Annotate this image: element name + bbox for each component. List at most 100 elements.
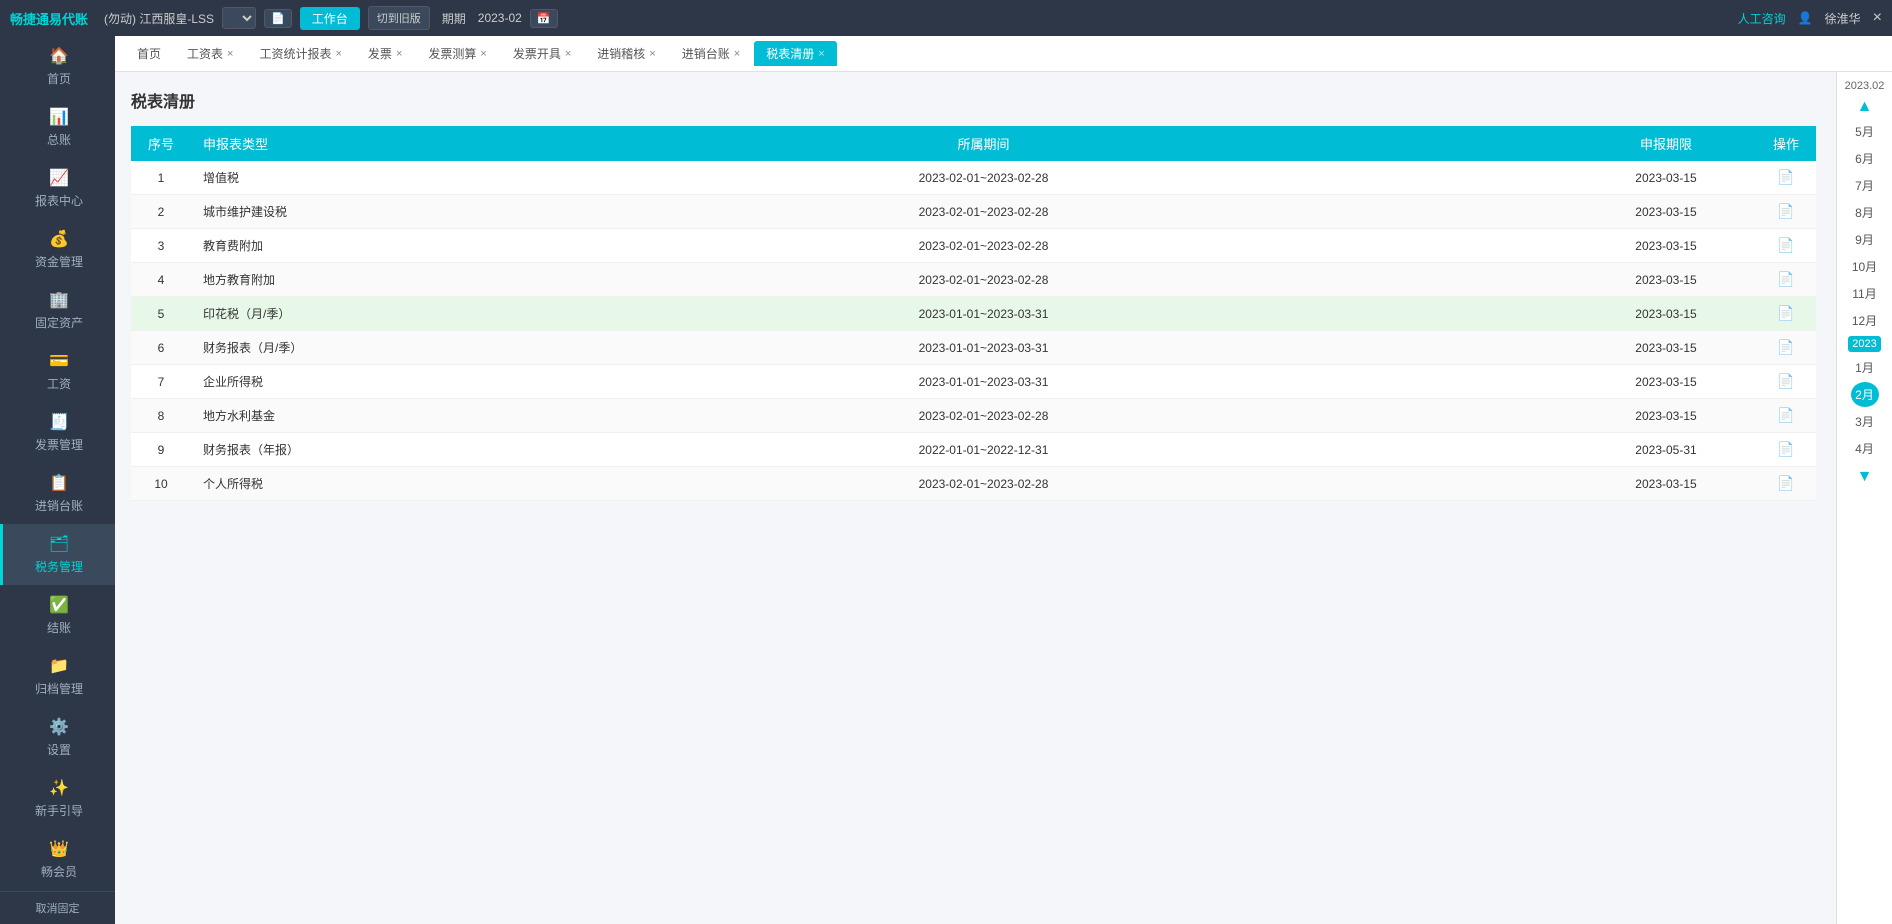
sidebar-item-guide[interactable]: ✨ 新手引导 <box>0 768 115 829</box>
sidebar-item-fund[interactable]: 💰 资金管理 <box>0 219 115 280</box>
date-month-5[interactable]: 5月 <box>1843 119 1887 144</box>
cell-deadline: 2023-03-15 <box>1576 365 1756 399</box>
cell-no: 3 <box>131 229 191 263</box>
cell-period: 2023-02-01~2023-02-28 <box>391 467 1576 501</box>
cell-deadline: 2023-03-15 <box>1576 331 1756 365</box>
date-month-7[interactable]: 7月 <box>1843 173 1887 198</box>
user-name: 徐淮华 <box>1825 10 1861 27</box>
action-icon[interactable]: 📄 <box>1777 169 1794 185</box>
sidebar-item-salary[interactable]: 💳 工资 <box>0 341 115 402</box>
date-nav-up-btn[interactable]: ▲ <box>1855 96 1875 118</box>
cell-action[interactable]: 📄 <box>1756 195 1816 229</box>
company-selector[interactable] <box>222 7 256 29</box>
tab-tax-list-close[interactable]: × <box>818 48 824 60</box>
tab-sales-ledger[interactable]: 进销台账 × <box>670 41 752 66</box>
sidebar-item-ledger[interactable]: 📊 总账 <box>0 97 115 158</box>
cell-action[interactable]: 📄 <box>1756 331 1816 365</box>
sidebar-label-assets: 固定资产 <box>35 314 83 331</box>
period-label: 期期 <box>442 10 466 27</box>
action-icon[interactable]: 📄 <box>1777 305 1794 321</box>
cell-action[interactable]: 📄 <box>1756 263 1816 297</box>
table-row: 10 个人所得税 2023-02-01~2023-02-28 2023-03-1… <box>131 467 1816 501</box>
tab-home[interactable]: 首页 <box>125 41 173 66</box>
sidebar-item-tax[interactable]: 🗂 税务管理 <box>0 524 115 585</box>
cell-action[interactable]: 📄 <box>1756 467 1816 501</box>
sidebar-item-close-account[interactable]: ✅ 结账 <box>0 585 115 646</box>
tab-sales-audit-close[interactable]: × <box>649 48 655 60</box>
tab-invoice[interactable]: 发票 × <box>356 41 414 66</box>
tab-salary-close[interactable]: × <box>227 48 233 60</box>
date-month-1[interactable]: 1月 <box>1843 355 1887 380</box>
company-name: (勿动) 江西服皇-LSS <box>104 10 214 27</box>
action-icon[interactable]: 📄 <box>1777 475 1794 491</box>
date-month-4[interactable]: 4月 <box>1843 436 1887 461</box>
sidebar-item-invoice[interactable]: 🧾 发票管理 <box>0 402 115 463</box>
cell-type: 财务报表（年报） <box>191 433 391 467</box>
tab-invoice-open[interactable]: 发票开具 × <box>501 41 583 66</box>
sidebar-item-archive[interactable]: 📁 归档管理 <box>0 646 115 707</box>
tab-invoice-calc[interactable]: 发票测算 × <box>416 41 498 66</box>
tab-salary-table[interactable]: 工资表 × <box>175 41 245 66</box>
tab-salary-stats-close[interactable]: × <box>335 48 341 60</box>
cell-action[interactable]: 📄 <box>1756 229 1816 263</box>
switch-old-btn[interactable]: 切到旧版 <box>368 6 430 30</box>
table-row: 3 教育费附加 2023-02-01~2023-02-28 2023-03-15… <box>131 229 1816 263</box>
date-month-2-active[interactable]: 2月 <box>1851 382 1879 407</box>
action-icon[interactable]: 📄 <box>1777 271 1794 287</box>
cell-action[interactable]: 📄 <box>1756 433 1816 467</box>
cell-period: 2023-01-01~2023-03-31 <box>391 297 1576 331</box>
sidebar-item-sales-ledger[interactable]: 📋 进销台账 <box>0 463 115 524</box>
tab-invoice-close[interactable]: × <box>396 48 402 60</box>
date-month-3[interactable]: 3月 <box>1843 409 1887 434</box>
work-station-btn[interactable]: 工作台 <box>300 7 360 30</box>
cell-no: 1 <box>131 161 191 195</box>
tab-salary-stats[interactable]: 工资统计报表 × <box>247 41 353 66</box>
action-icon[interactable]: 📄 <box>1777 339 1794 355</box>
action-icon[interactable]: 📄 <box>1777 203 1794 219</box>
tab-sales-audit[interactable]: 进销稽核 × <box>585 41 667 66</box>
sidebar-item-member[interactable]: 👑 畅会员 <box>0 829 115 890</box>
cell-action[interactable]: 📄 <box>1756 161 1816 195</box>
cell-deadline: 2023-03-15 <box>1576 297 1756 331</box>
sidebar-item-assets[interactable]: 🏢 固定资产 <box>0 280 115 341</box>
cell-no: 5 <box>131 297 191 331</box>
date-month-11[interactable]: 11月 <box>1843 281 1887 306</box>
doc-icon-btn[interactable]: 📄 <box>264 9 292 28</box>
date-year-2023[interactable]: 2023 <box>1848 336 1880 352</box>
action-icon[interactable]: 📄 <box>1777 441 1794 457</box>
cell-action[interactable]: 📄 <box>1756 365 1816 399</box>
user-avatar: 👤 <box>1798 11 1813 25</box>
sidebar-item-home[interactable]: 🏠 首页 <box>0 36 115 97</box>
cell-period: 2023-02-01~2023-02-28 <box>391 263 1576 297</box>
col-header-action: 操作 <box>1756 126 1816 161</box>
human-service[interactable]: 人工咨询 <box>1738 10 1786 27</box>
date-month-8[interactable]: 8月 <box>1843 200 1887 225</box>
tab-sales-ledger-close[interactable]: × <box>734 48 740 60</box>
cell-type: 印花税（月/季） <box>191 297 391 331</box>
tab-invoice-calc-close[interactable]: × <box>480 48 486 60</box>
top-close-btn[interactable]: × <box>1873 9 1882 27</box>
date-month-6[interactable]: 6月 <box>1843 146 1887 171</box>
sidebar-unpin-btn[interactable]: 取消固定 <box>0 891 115 924</box>
sidebar-item-settings[interactable]: ⚙️ 设置 <box>0 707 115 768</box>
sidebar-item-report-center[interactable]: 📈 报表中心 <box>0 158 115 219</box>
action-icon[interactable]: 📄 <box>1777 237 1794 253</box>
cell-action[interactable]: 📄 <box>1756 399 1816 433</box>
date-month-10[interactable]: 10月 <box>1843 254 1887 279</box>
cell-type: 地方水利基金 <box>191 399 391 433</box>
action-icon[interactable]: 📄 <box>1777 373 1794 389</box>
app-logo: 畅捷通易代账 <box>10 9 88 28</box>
date-nav-down-btn[interactable]: ▼ <box>1855 466 1875 488</box>
action-icon[interactable]: 📄 <box>1777 407 1794 423</box>
archive-icon: 📁 <box>49 656 69 676</box>
date-panel: 2023.02 ▲ 5月 6月 7月 8月 9月 10月 11月 12月 202… <box>1836 72 1892 924</box>
tab-tax-list[interactable]: 税表清册 × <box>754 41 836 66</box>
calendar-icon-btn[interactable]: 📅 <box>530 9 558 28</box>
tab-invoice-open-close[interactable]: × <box>565 48 571 60</box>
cell-action[interactable]: 📄 <box>1756 297 1816 331</box>
table-row: 6 财务报表（月/季） 2023-01-01~2023-03-31 2023-0… <box>131 331 1816 365</box>
date-month-9[interactable]: 9月 <box>1843 227 1887 252</box>
date-month-12[interactable]: 12月 <box>1843 308 1887 333</box>
col-header-no: 序号 <box>131 126 191 161</box>
sidebar-label-fund: 资金管理 <box>35 253 83 270</box>
